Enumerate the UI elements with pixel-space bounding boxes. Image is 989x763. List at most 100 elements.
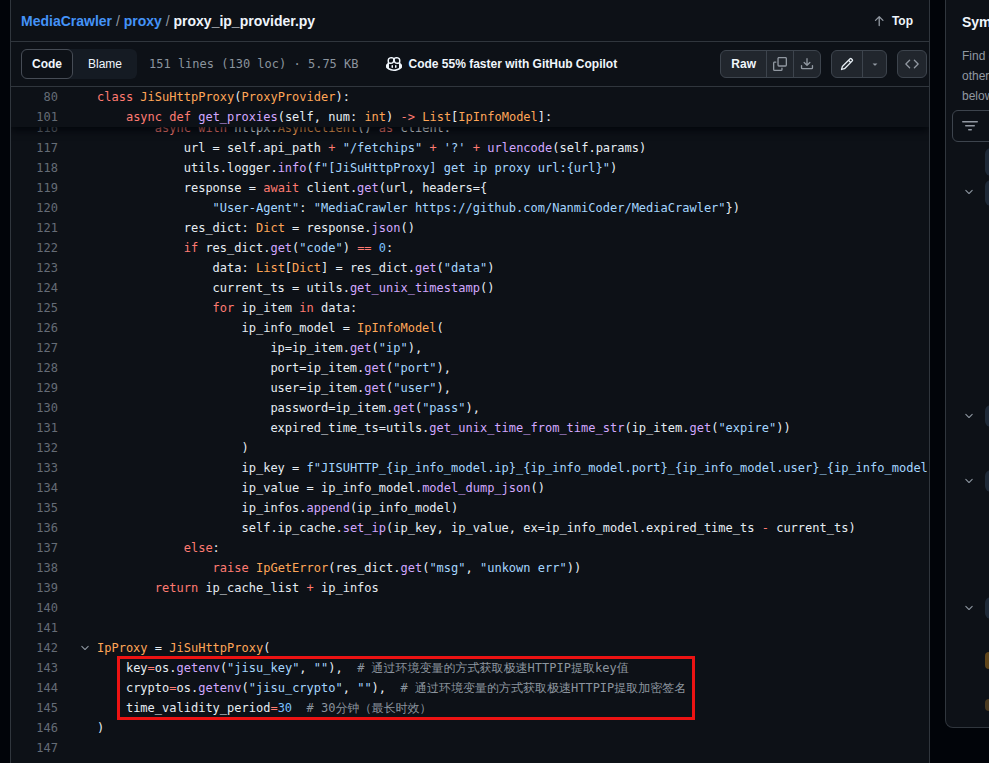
- collapse-chevron-icon[interactable]: [79, 642, 91, 654]
- symbols-filter-input[interactable]: [952, 110, 989, 142]
- code-text: return ip_cache_list + ip_infos: [97, 578, 379, 598]
- code-line: 130 password=ip_item.get("pass"),: [11, 398, 929, 418]
- code-text: ): [97, 718, 104, 738]
- code-text: password=ip_item.get("pass"),: [97, 398, 480, 418]
- code-text: current_ts = utils.get_unix_timestamp(): [97, 278, 494, 298]
- line-number[interactable]: 132: [11, 438, 58, 458]
- symbol-chip-highlighted[interactable]: [985, 652, 989, 669]
- line-number[interactable]: 123: [11, 258, 58, 278]
- edit-actions-group: [831, 50, 887, 78]
- line-number[interactable]: 126: [11, 318, 58, 338]
- code-viewer: 116 async with httpx.AsyncClient() as cl…: [11, 87, 929, 762]
- line-number[interactable]: 135: [11, 498, 58, 518]
- line-number[interactable]: 138: [11, 558, 58, 578]
- line-number[interactable]: 137: [11, 538, 58, 558]
- line-number[interactable]: 129: [11, 378, 58, 398]
- line-number[interactable]: 124: [11, 278, 58, 298]
- code-text: res_dict: Dict = response.json(): [97, 218, 415, 238]
- line-number[interactable]: 146: [11, 718, 58, 738]
- chevron-down-icon[interactable]: [963, 186, 975, 198]
- code-line: 131 expired_time_ts=utils.get_unix_time_…: [11, 418, 929, 438]
- line-number[interactable]: 119: [11, 178, 58, 198]
- code-text: raise IpGetError(res_dict.get("msg", "un…: [97, 558, 581, 578]
- line-number[interactable]: 141: [11, 618, 58, 638]
- line-number[interactable]: 140: [11, 598, 58, 618]
- copilot-banner[interactable]: Code 55% faster with GitHub Copilot: [386, 56, 618, 72]
- line-number[interactable]: 133: [11, 458, 58, 478]
- line-number[interactable]: 134: [11, 478, 58, 498]
- line-number[interactable]: 101: [11, 107, 58, 127]
- tab-code[interactable]: Code: [21, 49, 73, 79]
- code-text: if res_dict.get("code") == 0:: [97, 238, 393, 258]
- symbol-chip[interactable]: [985, 180, 989, 206]
- symbols-panel-title: Symbols: [962, 14, 989, 30]
- symbol-chip[interactable]: [985, 405, 989, 427]
- symbol-chip-highlighted[interactable]: [985, 699, 989, 711]
- edit-dropdown-button[interactable]: [862, 51, 886, 77]
- line-number[interactable]: 80: [11, 87, 58, 107]
- code-text: self.ip_cache.set_ip(ip_key, ip_value, e…: [97, 518, 856, 538]
- code-text: async def get_proxies(self, num: int) ->…: [97, 107, 552, 127]
- copilot-icon: [386, 56, 402, 72]
- chevron-down-icon[interactable]: [963, 602, 975, 614]
- edit-button[interactable]: [832, 51, 862, 77]
- code-line: 141: [11, 618, 929, 638]
- breadcrumb-folder-link[interactable]: proxy: [124, 13, 162, 29]
- line-number[interactable]: 139: [11, 578, 58, 598]
- chevron-down-icon[interactable]: [963, 410, 975, 422]
- symbol-chip[interactable]: [985, 148, 989, 176]
- line-number[interactable]: 127: [11, 338, 58, 358]
- copy-icon: [773, 57, 787, 71]
- breadcrumb-separator: /: [166, 13, 174, 29]
- code-text: url = self.api_path + "/fetchips" + '?' …: [97, 138, 646, 158]
- scroll-to-top-button[interactable]: Top: [872, 14, 913, 28]
- line-number[interactable]: 125: [11, 298, 58, 318]
- code-line: 123 data: List[Dict] = res_dict.get("dat…: [11, 258, 929, 278]
- line-number[interactable]: 142: [11, 638, 58, 658]
- line-number[interactable]: 144: [11, 678, 58, 698]
- code-text: ip_infos.append(ip_info_model): [97, 498, 458, 518]
- code-line: 135 ip_infos.append(ip_info_model): [11, 498, 929, 518]
- file-view-panel: MediaCrawler / proxy / proxy_ip_provider…: [10, 0, 930, 763]
- line-number[interactable]: 121: [11, 218, 58, 238]
- code-text: ip_value = ip_info_model.model_dump_json…: [97, 478, 545, 498]
- line-number[interactable]: 128: [11, 358, 58, 378]
- line-number[interactable]: 145: [11, 698, 58, 718]
- line-number[interactable]: 117: [11, 138, 58, 158]
- line-number[interactable]: 136: [11, 518, 58, 538]
- line-number[interactable]: 131: [11, 418, 58, 438]
- breadcrumb-separator: /: [116, 13, 124, 29]
- code-line: 134 ip_value = ip_info_model.model_dump_…: [11, 478, 929, 498]
- code-line: 129 user=ip_item.get("user"),: [11, 378, 929, 398]
- code-line: 118 utils.logger.info(f"[JiSuHttpProxy] …: [11, 158, 929, 178]
- line-number[interactable]: 120: [11, 198, 58, 218]
- raw-button[interactable]: Raw: [721, 51, 766, 77]
- triangle-down-icon: [870, 59, 880, 69]
- line-number[interactable]: 122: [11, 238, 58, 258]
- symbol-chip[interactable]: [985, 470, 989, 492]
- symbol-chip[interactable]: [985, 597, 989, 619]
- breadcrumb-repo-link[interactable]: MediaCrawler: [21, 13, 112, 29]
- code-line: 80class JiSuHttpProxy(ProxyProvider):: [11, 87, 929, 107]
- code-line: 117 url = self.api_path + "/fetchips" + …: [11, 138, 929, 158]
- code-text: for ip_item in data:: [97, 298, 357, 318]
- top-button-label: Top: [892, 14, 913, 28]
- pencil-icon: [840, 57, 854, 71]
- tab-blame[interactable]: Blame: [73, 49, 137, 79]
- line-number[interactable]: 130: [11, 398, 58, 418]
- line-number[interactable]: 147: [11, 738, 58, 758]
- code-line: 137 else:: [11, 538, 929, 558]
- copy-button[interactable]: [766, 51, 793, 77]
- code-line: 119 response = await client.get(url, hea…: [11, 178, 929, 198]
- line-number[interactable]: 118: [11, 158, 58, 178]
- code-line: 101 async def get_proxies(self, num: int…: [11, 107, 929, 127]
- code-line: 126 ip_info_model = IpInfoModel(: [11, 318, 929, 338]
- symbols-panel-button[interactable]: [898, 51, 926, 77]
- code-blame-switch: Code Blame: [21, 49, 137, 79]
- code-line: 132 ): [11, 438, 929, 458]
- code-line: 147: [11, 738, 929, 758]
- chevron-down-icon[interactable]: [963, 475, 975, 487]
- line-number[interactable]: 143: [11, 658, 58, 678]
- download-button[interactable]: [793, 51, 820, 77]
- file-toolbar: Code Blame 151 lines (130 loc) · 5.75 KB…: [11, 42, 929, 87]
